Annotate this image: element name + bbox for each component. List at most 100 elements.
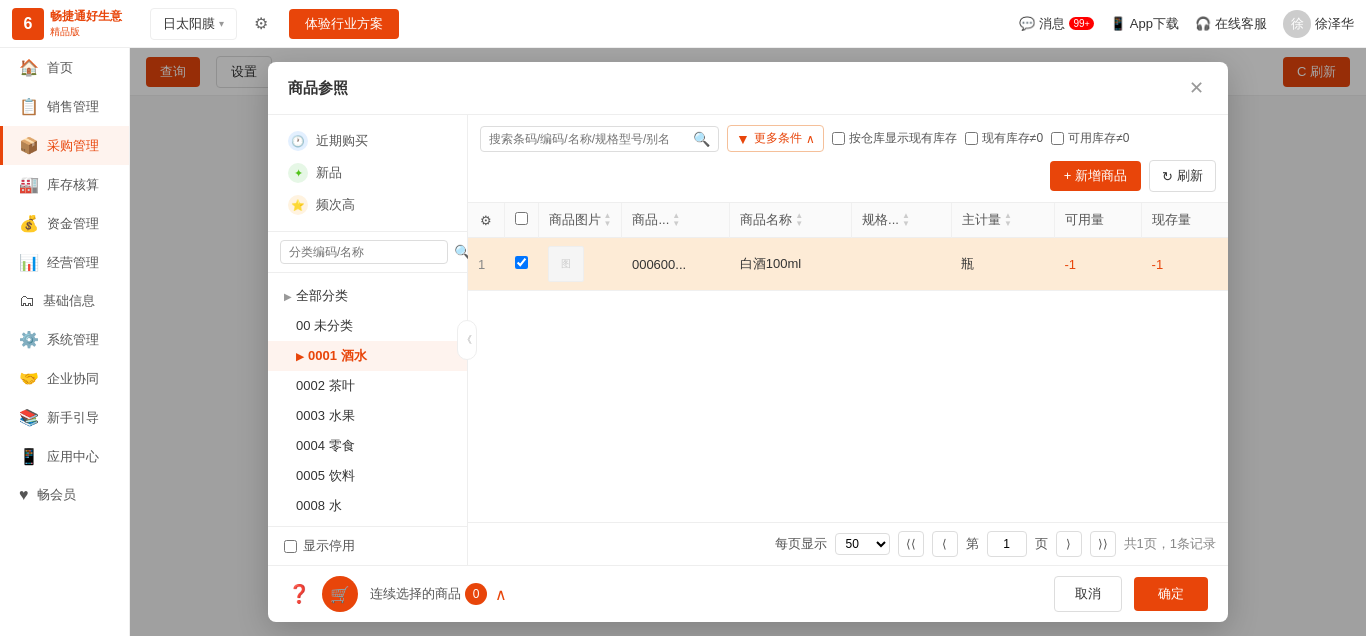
collapse-icon[interactable]: ∧: [495, 585, 507, 604]
recent-icon: 🕐: [288, 131, 308, 151]
available-stock-checkbox[interactable]: [965, 132, 978, 145]
help-icon[interactable]: ❓: [288, 583, 310, 605]
row-name: 白酒100ml: [730, 238, 852, 291]
category-0002[interactable]: 0002 茶叶: [268, 371, 467, 401]
logo-text: 畅捷通好生意 精品版: [50, 8, 122, 39]
last-page-button[interactable]: ⟩⟩: [1090, 531, 1116, 557]
quick-link-frequent[interactable]: ⭐ 频次高: [280, 189, 455, 221]
cart-button[interactable]: 🛒: [322, 576, 358, 612]
next-page-button[interactable]: ⟩: [1056, 531, 1082, 557]
headset-icon: 🎧: [1195, 16, 1211, 31]
col-settings[interactable]: ⚙: [468, 203, 504, 238]
row-stock: -1: [1142, 238, 1228, 291]
cooperation-icon: 🤝: [19, 369, 39, 388]
sidebar: 🏠 首页 📋 销售管理 📦 采购管理 🏭 库存核算 💰 资金管理 📊 经营管理 …: [0, 48, 130, 636]
message-item[interactable]: 💬 消息 99+: [1019, 15, 1093, 33]
add-product-button[interactable]: + 新增商品: [1050, 161, 1141, 191]
user-item[interactable]: 徐 徐泽华: [1283, 10, 1354, 38]
experience-button[interactable]: 体验行业方案: [289, 9, 399, 39]
col-spec: 规格... ▲▼: [852, 203, 952, 238]
category-all[interactable]: ▶ 全部分类: [268, 281, 467, 311]
modal-title: 商品参照: [288, 79, 348, 98]
sidebar-collapse-button[interactable]: 《: [457, 320, 477, 360]
sort-image-icon: ▲▼: [604, 212, 612, 228]
sidebar-item-home[interactable]: 🏠 首页: [0, 48, 129, 87]
sidebar-item-cooperation[interactable]: 🤝 企业协同: [0, 359, 129, 398]
quick-links: 🕐 近期购买 ✦ 新品 ⭐ 频次高: [268, 115, 467, 232]
page-number-input[interactable]: [987, 531, 1027, 557]
online-service-item[interactable]: 🎧 在线客服: [1195, 15, 1267, 33]
checkbox-available-stock[interactable]: 现有库存≠0: [965, 130, 1043, 147]
select-all-checkbox[interactable]: [515, 212, 528, 225]
quick-link-recent[interactable]: 🕐 近期购买: [280, 125, 455, 157]
row-available: -1: [1054, 238, 1141, 291]
confirm-button[interactable]: 确定: [1134, 577, 1208, 611]
refresh-icon: ↻: [1162, 169, 1173, 184]
arrow-icon: ▶: [284, 291, 292, 302]
new-icon: ✦: [288, 163, 308, 183]
modal-body: 🕐 近期购买 ✦ 新品 ⭐ 频次高 《: [268, 115, 1228, 565]
sidebar-item-system[interactable]: ⚙️ 系统管理: [0, 320, 129, 359]
sidebar-item-purchase[interactable]: 📦 采购管理: [0, 126, 129, 165]
sort-spec-icon: ▲▼: [902, 212, 910, 228]
table-row[interactable]: 1 图 000600... 白酒100ml: [468, 238, 1228, 291]
sidebar-item-apps[interactable]: 📱 应用中心: [0, 437, 129, 476]
row-image: 图: [538, 238, 622, 291]
sidebar-item-finance[interactable]: 💰 资金管理: [0, 204, 129, 243]
warehouse-checkbox[interactable]: [832, 132, 845, 145]
sidebar-item-guide[interactable]: 📚 新手引导: [0, 398, 129, 437]
modal-dialog: 商品参照 ✕ 🕐 近期购买 ✦ 新品: [268, 62, 1228, 622]
quick-link-new[interactable]: ✦ 新品: [280, 157, 455, 189]
app-download-item[interactable]: 📱 App下载: [1110, 15, 1179, 33]
category-00[interactable]: 00 未分类: [268, 311, 467, 341]
sidebar-item-vip[interactable]: ♥ 畅会员: [0, 476, 129, 514]
sidebar-item-sales[interactable]: 📋 销售管理: [0, 87, 129, 126]
gear-icon[interactable]: ⚙: [245, 8, 277, 40]
home-icon: 🏠: [19, 58, 39, 77]
modal-close-button[interactable]: ✕: [1184, 76, 1208, 100]
cancel-button[interactable]: 取消: [1054, 576, 1122, 612]
logo-area: 6 畅捷通好生意 精品版: [12, 8, 142, 40]
category-0008[interactable]: 0008 水: [268, 491, 467, 521]
row-check[interactable]: [504, 238, 538, 291]
pagination: 每页显示 50 100 200 ⟨⟨ ⟨ 第 页 ⟩ ⟩⟩ 共1页，1: [468, 522, 1228, 565]
row-checkbox[interactable]: [515, 256, 528, 269]
checkbox-usable-stock[interactable]: 可用库存≠0: [1051, 130, 1129, 147]
filter-button[interactable]: ▼ 更多条件 ∧: [727, 125, 824, 152]
apps-icon: 📱: [19, 447, 39, 466]
col-available: 可用量: [1054, 203, 1141, 238]
modal-header: 商品参照 ✕: [268, 62, 1228, 115]
main-area: 查询 设置 C 刷新 商品参照 ✕ 🕐 近期购买: [130, 48, 1366, 636]
per-page-select[interactable]: 50 100 200: [835, 533, 890, 555]
product-image: 图: [548, 246, 584, 282]
category-0004[interactable]: 0004 零食: [268, 431, 467, 461]
col-stock: 现存量: [1142, 203, 1228, 238]
category-0005[interactable]: 0005 饮料: [268, 461, 467, 491]
sidebar-item-inventory[interactable]: 🏭 库存核算: [0, 165, 129, 204]
system-icon: ⚙️: [19, 330, 39, 349]
product-search-input[interactable]: [489, 132, 689, 146]
arrow-active-icon: ▶: [296, 351, 304, 362]
guide-icon: 📚: [19, 408, 39, 427]
category-search-input[interactable]: [280, 240, 448, 264]
row-num: 1: [468, 238, 504, 291]
checkbox-warehouse[interactable]: 按仓库显示现有库存: [832, 130, 957, 147]
basic-icon: 🗂: [19, 292, 35, 310]
first-page-button[interactable]: ⟨⟨: [898, 531, 924, 557]
row-unit: 瓶: [951, 238, 1054, 291]
nav-selector[interactable]: 日太阳膜 ▾: [150, 8, 237, 40]
prev-page-button[interactable]: ⟨: [932, 531, 958, 557]
refresh-table-button[interactable]: ↻ 刷新: [1149, 160, 1216, 192]
app-icon: 📱: [1110, 16, 1126, 31]
product-search-icon[interactable]: 🔍: [693, 131, 710, 147]
logo-icon: 6: [12, 8, 44, 40]
modal-sidebar: 🕐 近期购买 ✦ 新品 ⭐ 频次高 《: [268, 115, 468, 565]
sidebar-item-basic[interactable]: 🗂 基础信息: [0, 282, 129, 320]
category-0001[interactable]: ▶ 0001 酒水: [268, 341, 467, 371]
usable-stock-checkbox[interactable]: [1051, 132, 1064, 145]
sales-icon: 📋: [19, 97, 39, 116]
product-table: ⚙ 商品图片 ▲▼: [468, 203, 1228, 291]
category-0003[interactable]: 0003 水果: [268, 401, 467, 431]
display-toggle-checkbox[interactable]: [284, 540, 297, 553]
sidebar-item-management[interactable]: 📊 经营管理: [0, 243, 129, 282]
